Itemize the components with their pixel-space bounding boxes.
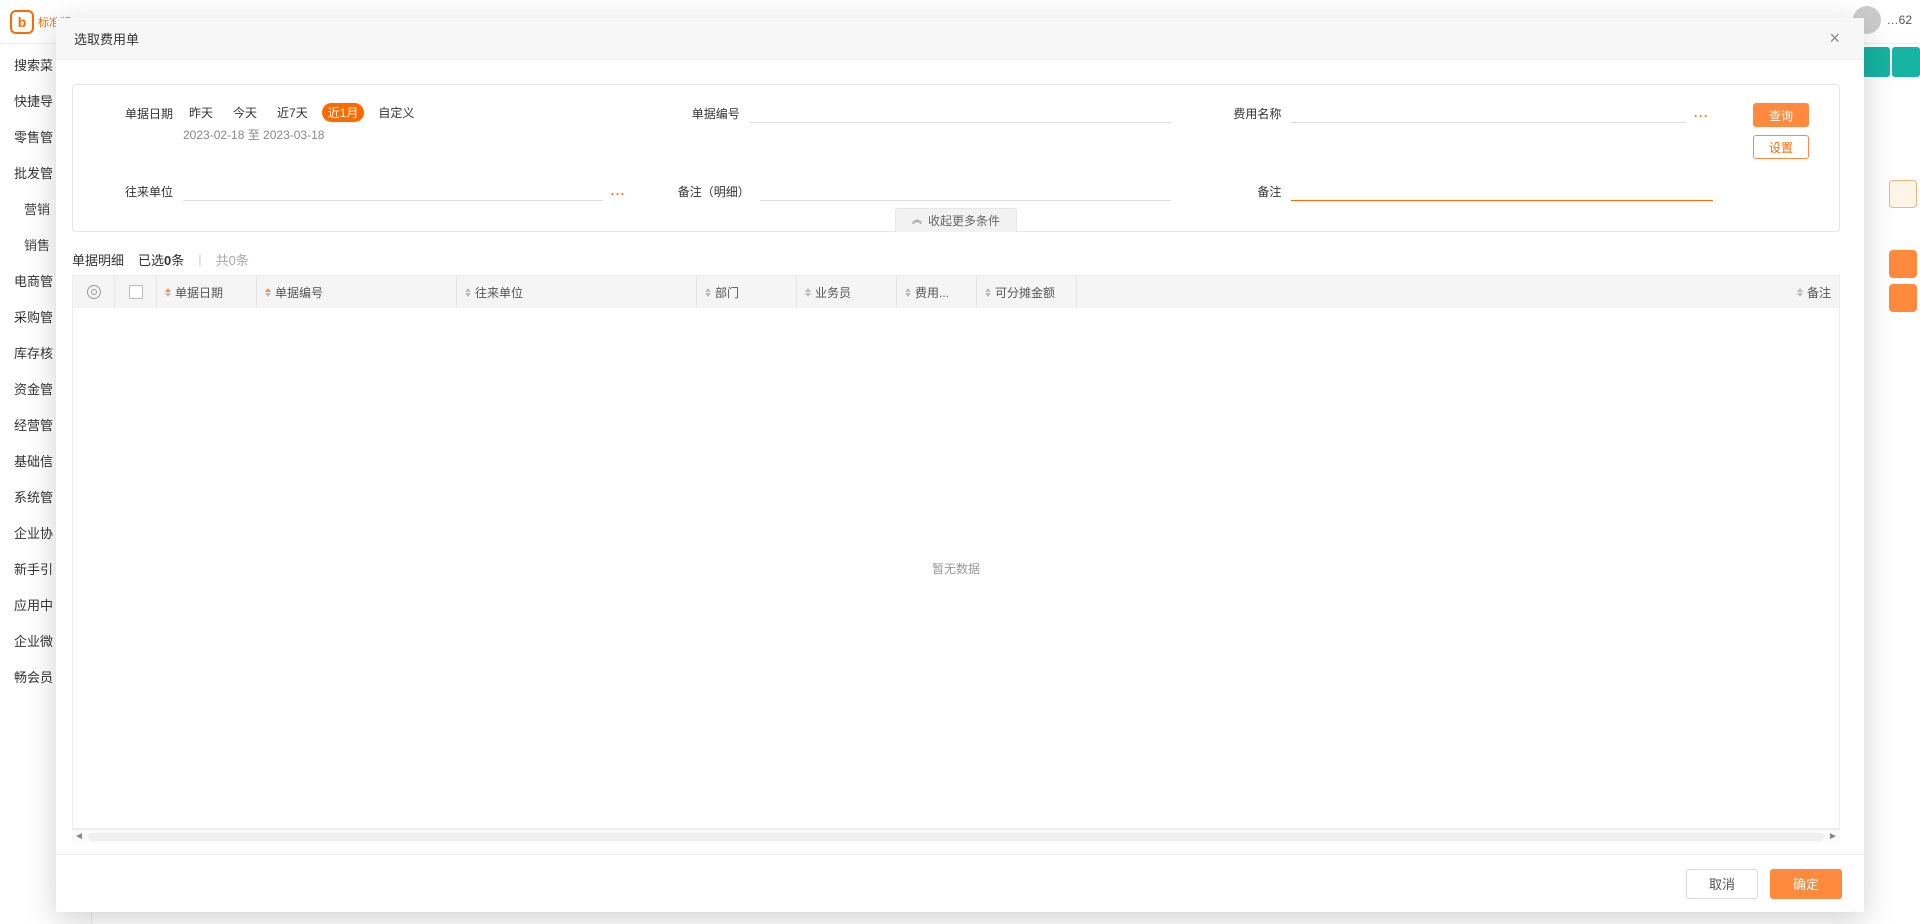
horizontal-scrollbar[interactable]: ◄ ►	[72, 829, 1840, 843]
checkbox-icon	[129, 285, 143, 299]
select-all-checkbox[interactable]	[115, 276, 157, 308]
close-icon[interactable]: ×	[1823, 24, 1846, 53]
preset-today[interactable]: 今天	[227, 103, 263, 122]
midbar-label: 单据明细	[72, 250, 124, 269]
th-fee[interactable]: 费用...	[897, 276, 977, 308]
table: 单据日期 单据编号 往来单位 部门	[72, 275, 1840, 829]
selected-count: 已选0条	[138, 250, 184, 269]
filter-label-remark: 备注	[1211, 181, 1291, 200]
party-input[interactable]	[183, 181, 603, 201]
modal-header: 选取费用单 ×	[56, 18, 1864, 60]
sort-icon	[465, 288, 471, 297]
table-header: 单据日期 单据编号 往来单位 部门	[73, 276, 1839, 308]
detail-remark-input[interactable]	[760, 181, 1172, 201]
th-amount[interactable]: 可分摊金额	[977, 276, 1077, 308]
sort-icon	[165, 288, 171, 297]
settings-button[interactable]: 设置	[1753, 135, 1809, 159]
th-remark[interactable]: 备注	[1077, 276, 1839, 308]
modal-footer: 取消 确定	[56, 854, 1864, 912]
date-range-text: 2023-02-18 至 2023-03-18	[183, 126, 630, 143]
chevrons-up-icon: ︽	[912, 216, 922, 226]
th-person[interactable]: 业务员	[797, 276, 897, 308]
modal-body: 单据日期 昨天 今天 近7天 近1月 自定义 2023-02-18 至 2023…	[56, 60, 1864, 854]
sort-icon	[905, 288, 911, 297]
th-dept[interactable]: 部门	[697, 276, 797, 308]
scroll-left-icon[interactable]: ◄	[72, 831, 86, 842]
ok-button[interactable]: 确定	[1770, 869, 1842, 899]
mid-bar: 单据明细 已选0条 | 共0条	[72, 250, 1840, 269]
query-button[interactable]: 查询	[1753, 103, 1809, 127]
date-presets: 昨天 今天 近7天 近1月 自定义	[183, 103, 630, 122]
gear-icon	[87, 285, 101, 299]
scroll-track[interactable]	[88, 833, 1824, 841]
separator: |	[198, 252, 201, 267]
filter-label-date: 单据日期	[103, 103, 183, 122]
filter-label-detail-remark: 备注（明细）	[670, 181, 760, 200]
sort-icon	[805, 288, 811, 297]
filter-label-party: 往来单位	[103, 181, 183, 200]
sort-icon	[985, 288, 991, 297]
preset-week[interactable]: 近7天	[271, 103, 314, 122]
sort-icon	[265, 288, 271, 297]
filter-label-docno: 单据编号	[670, 103, 750, 122]
fee-name-input[interactable]	[1291, 103, 1686, 123]
preset-yesterday[interactable]: 昨天	[183, 103, 219, 122]
filter-label-feename: 费用名称	[1211, 103, 1291, 122]
modal-select-fee-doc: 选取费用单 × 单据日期 昨天 今天 近7天	[56, 18, 1864, 912]
preset-custom[interactable]: 自定义	[372, 103, 420, 122]
th-code[interactable]: 单据编号	[257, 276, 457, 308]
th-date[interactable]: 单据日期	[157, 276, 257, 308]
modal-title: 选取费用单	[74, 29, 139, 48]
sort-icon	[705, 288, 711, 297]
collapse-label: 收起更多条件	[928, 212, 1000, 229]
filter-card: 单据日期 昨天 今天 近7天 近1月 自定义 2023-02-18 至 2023…	[72, 84, 1840, 232]
doc-no-input[interactable]	[750, 103, 1172, 123]
preset-month[interactable]: 近1月	[322, 103, 365, 122]
collapse-filters-button[interactable]: ︽ 收起更多条件	[895, 208, 1017, 232]
party-picker-icon[interactable]: ···	[607, 187, 630, 201]
fee-name-picker-icon[interactable]: ···	[1690, 109, 1713, 123]
remark-input[interactable]	[1291, 181, 1713, 201]
scroll-right-icon[interactable]: ►	[1826, 831, 1840, 842]
th-unit[interactable]: 往来单位	[457, 276, 697, 308]
total-count: 共0条	[216, 250, 249, 269]
table-empty-text: 暂无数据	[73, 308, 1839, 828]
column-settings-button[interactable]	[73, 276, 115, 308]
cancel-button[interactable]: 取消	[1686, 869, 1758, 899]
sort-icon	[1797, 288, 1803, 297]
